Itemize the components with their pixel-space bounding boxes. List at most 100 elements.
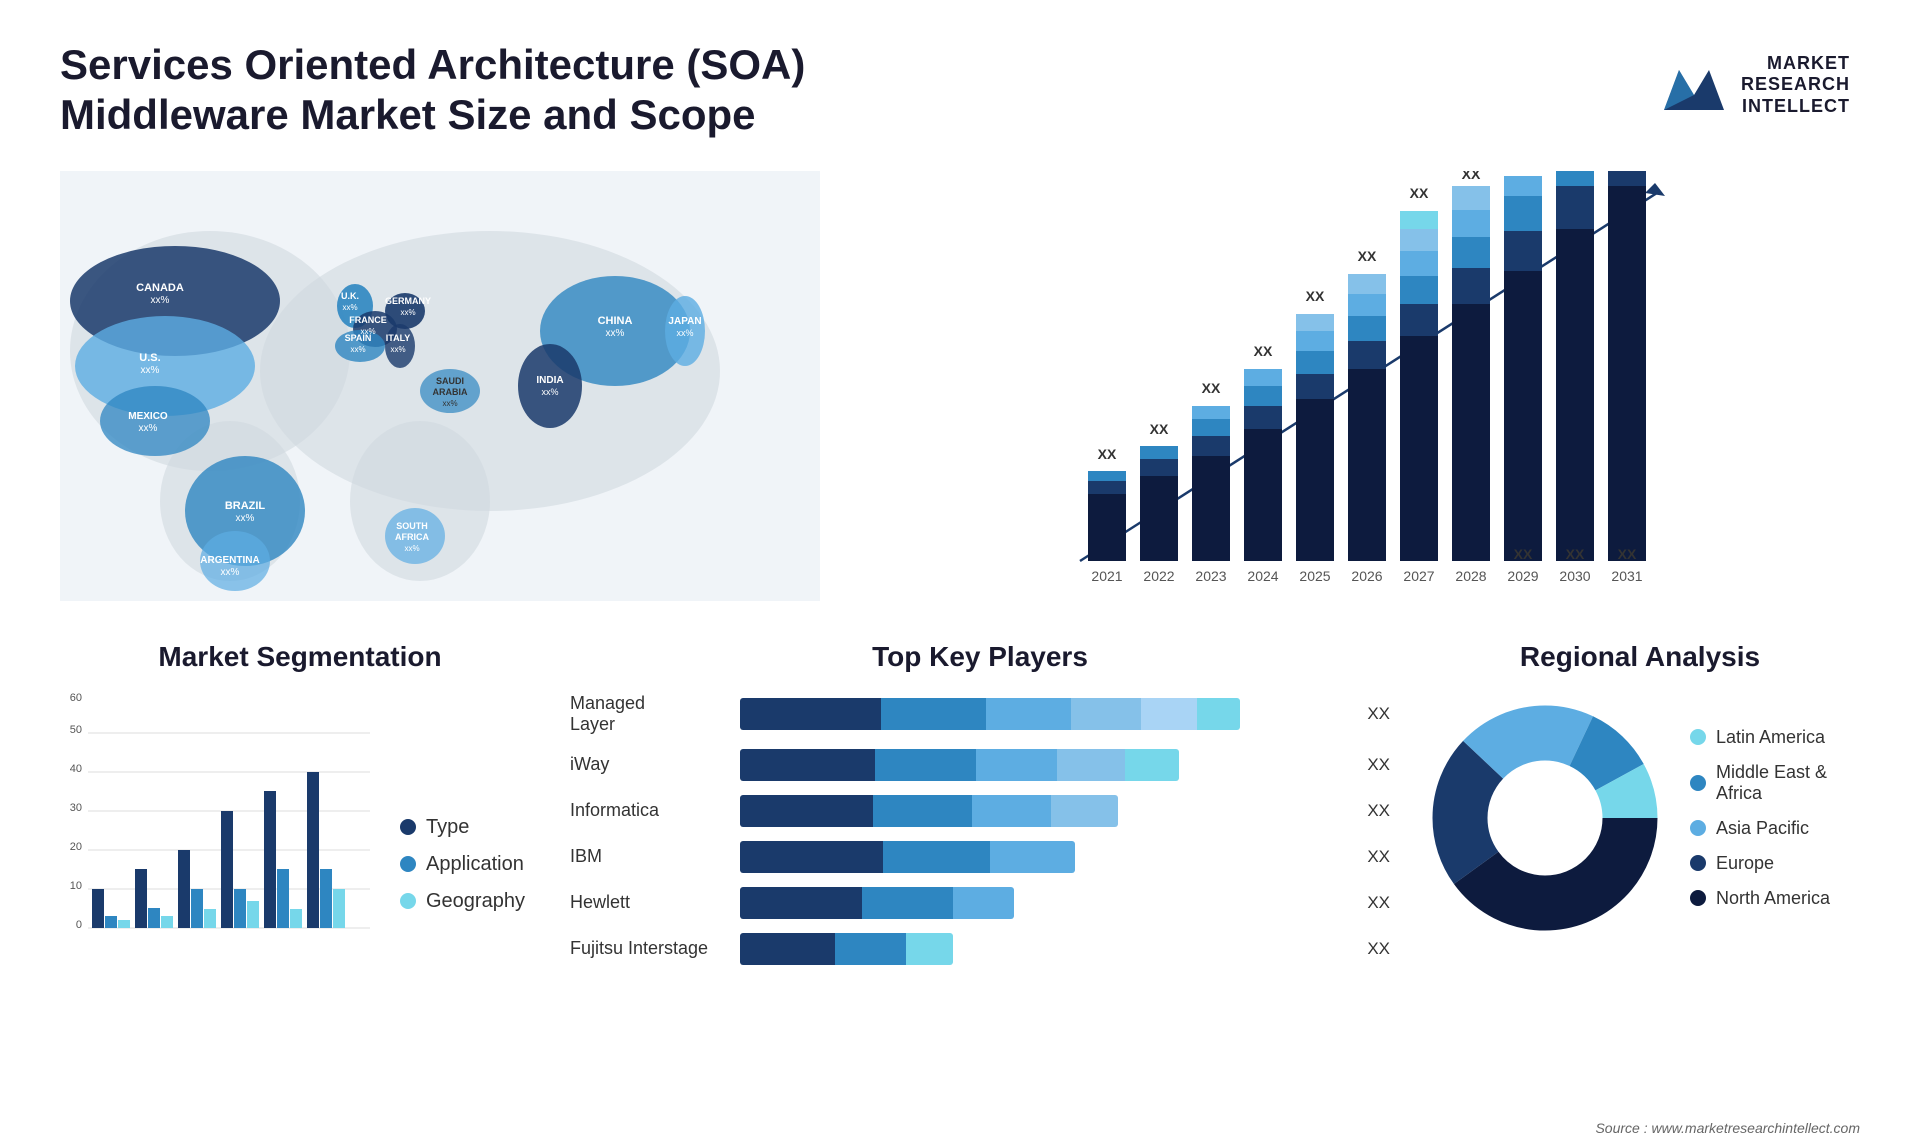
player-row-managed: ManagedLayer [570,693,1390,735]
page-container: Services Oriented Architecture (SOA) Mid… [0,0,1920,1146]
legend-dot-type [400,819,416,835]
svg-text:GERMANY: GERMANY [385,296,431,306]
svg-text:xx%: xx% [139,423,158,434]
segmentation-title: Market Segmentation [60,641,540,673]
svg-text:XX: XX [1254,343,1273,359]
svg-text:xx%: xx% [350,345,365,354]
regional-title: Regional Analysis [1420,641,1860,673]
svg-text:xx%: xx% [151,295,170,306]
svg-text:MEXICO: MEXICO [128,411,168,422]
segmentation-chart-svg: 0 10 20 30 40 50 60 [60,693,380,933]
logo-icon [1659,50,1729,120]
logo-area: MARKET RESEARCH INTELLECT [1649,40,1860,130]
svg-text:XX: XX [1462,171,1481,182]
player-row-informatica: Informatica XX [570,795,1390,827]
header: Services Oriented Architecture (SOA) Mid… [60,40,1860,141]
svg-text:ITALY: ITALY [386,333,411,343]
svg-text:2023: 2023 [1195,568,1226,584]
svg-text:ARGENTINA: ARGENTINA [200,555,259,566]
svg-text:CHINA: CHINA [598,315,633,327]
svg-text:50: 50 [70,724,82,736]
logo-text: MARKET RESEARCH INTELLECT [1741,53,1850,118]
svg-text:60: 60 [70,693,82,704]
donut-svg [1420,693,1670,943]
legend-item-geography: Geography [400,890,525,913]
svg-text:XX: XX [1202,380,1221,396]
key-players-title: Top Key Players [570,641,1390,673]
svg-text:FRANCE: FRANCE [349,315,387,325]
svg-text:U.K.: U.K. [341,291,359,301]
svg-text:xx%: xx% [141,365,160,376]
regional-container: Regional Analysis [1420,641,1860,979]
svg-text:10: 10 [70,880,82,892]
player-name-iway: iWay [570,754,730,775]
svg-text:2028: 2028 [1455,568,1486,584]
player-bar-informatica [740,795,1349,827]
player-name-fujitsu: Fujitsu Interstage [570,938,730,959]
svg-text:xx%: xx% [606,328,625,339]
svg-text:2030: 2030 [1559,568,1590,584]
svg-text:xx%: xx% [442,399,457,408]
svg-text:2027: 2027 [1403,568,1434,584]
player-name-ibm: IBM [570,846,730,867]
player-row-ibm: IBM XX [570,841,1390,873]
segmentation-legend: Type Application Geography [400,816,525,933]
svg-text:2022: 2022 [1143,568,1174,584]
legend-dot-application [400,856,416,872]
svg-text:2029: 2029 [1507,568,1538,584]
legend-item-type: Type [400,816,525,839]
svg-text:BRAZIL: BRAZIL [225,500,266,512]
svg-text:xx%: xx% [390,345,405,354]
source-text: Source : www.marketresearchintellect.com [1595,1120,1860,1136]
svg-text:xx%: xx% [676,328,693,338]
svg-text:2026: 2026 [1351,568,1382,584]
bar-chart-svg: XX 2021 XX 2022 XX 2023 [860,171,1860,601]
player-row-fujitsu: Fujitsu Interstage XX [570,933,1390,965]
svg-text:XX: XX [1566,546,1585,562]
segmentation-chart-area: 0 10 20 30 40 50 60 [60,693,540,933]
svg-text:AFRICA: AFRICA [395,532,429,542]
legend-middle-east-africa: Middle East & Africa [1690,762,1860,804]
svg-text:SPAIN: SPAIN [345,333,372,343]
player-name-managed: ManagedLayer [570,693,730,735]
players-table: ManagedLayer [570,693,1390,965]
svg-text:SOUTH: SOUTH [396,521,428,531]
svg-text:0: 0 [76,919,82,931]
svg-text:xx%: xx% [342,303,357,312]
player-row-iway: iWay XX [570,749,1390,781]
svg-text:2024: 2024 [1247,568,1278,584]
player-bar-hewlett [740,887,1349,919]
svg-text:xx%: xx% [236,513,255,524]
svg-text:XX: XX [1358,248,1377,264]
svg-text:CANADA: CANADA [136,282,184,294]
player-name-hewlett: Hewlett [570,892,730,913]
svg-text:xx%: xx% [404,544,419,553]
svg-text:INDIA: INDIA [536,375,563,386]
svg-text:xx%: xx% [221,567,240,578]
map-container: CANADA xx% U.S. xx% MEXICO xx% BRAZIL xx… [60,171,820,601]
svg-text:XX: XX [1150,421,1169,437]
svg-text:XX: XX [1306,288,1325,304]
legend-item-application: Application [400,853,525,876]
segmentation-container: Market Segmentation 0 10 20 30 40 50 60 [60,641,540,979]
svg-text:ARABIA: ARABIA [433,387,468,397]
svg-text:U.S.: U.S. [139,352,160,364]
player-bar-iway [740,749,1349,781]
svg-text:xx%: xx% [541,387,558,397]
svg-text:SAUDI: SAUDI [436,376,464,386]
bar-chart-container: XX 2021 XX 2022 XX 2023 [860,171,1860,601]
svg-text:JAPAN: JAPAN [668,316,701,327]
player-row-hewlett: Hewlett XX [570,887,1390,919]
player-name-informatica: Informatica [570,800,730,821]
svg-text:2025: 2025 [1299,568,1330,584]
key-players-container: Top Key Players ManagedLayer [570,641,1390,979]
svg-text:XX: XX [1618,546,1637,562]
legend-latin-america: Latin America [1690,727,1860,748]
regional-donut-area: Latin America Middle East & Africa Asia … [1420,693,1860,943]
player-bar-fujitsu [740,933,1349,965]
svg-text:XX: XX [1514,546,1533,562]
legend-north-america: North America [1690,888,1860,909]
svg-text:XX: XX [1410,185,1429,201]
svg-text:xx%: xx% [400,308,415,317]
svg-text:2031: 2031 [1611,568,1642,584]
